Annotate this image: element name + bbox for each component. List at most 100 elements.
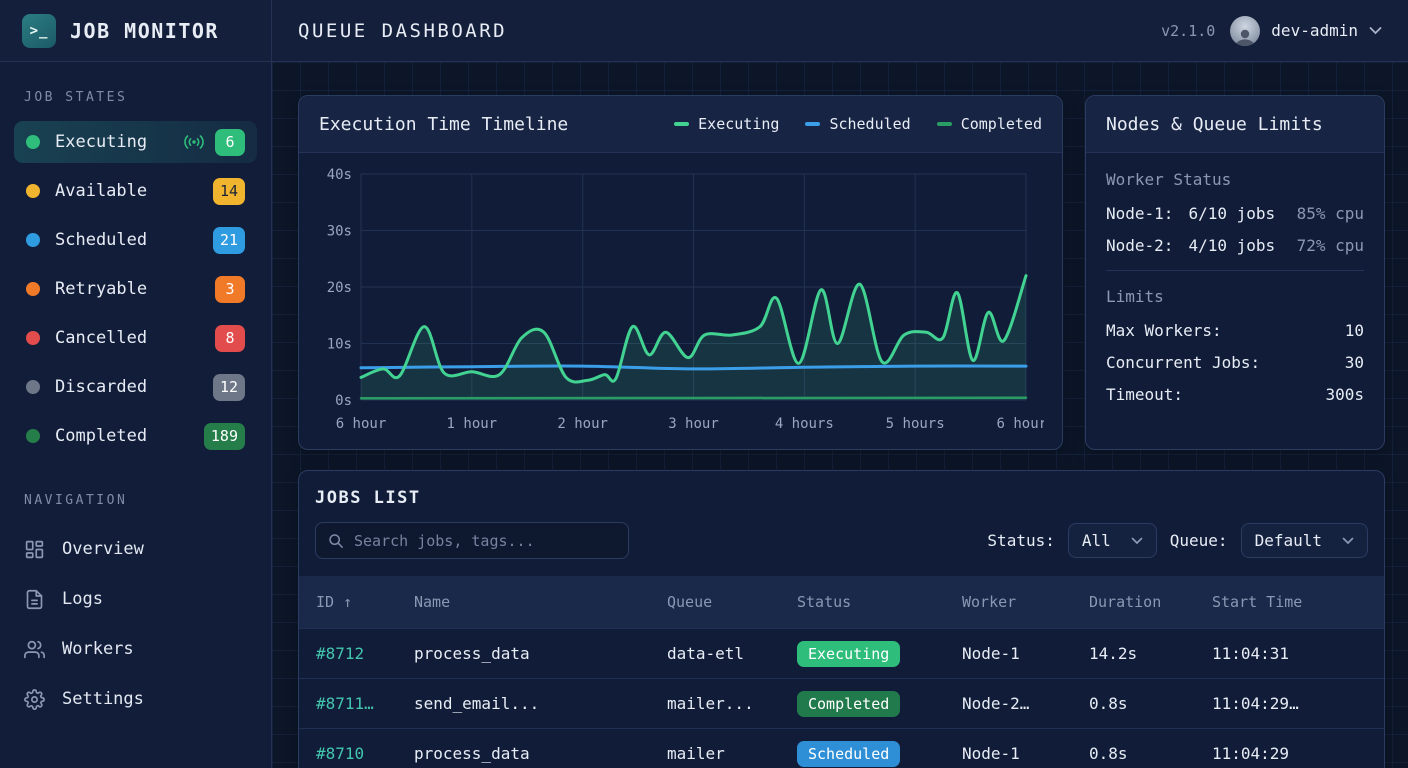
svg-text:10s: 10s xyxy=(327,337,352,353)
legend-swatch xyxy=(674,122,690,126)
sidebar-item-available[interactable]: Available 14 xyxy=(14,170,257,212)
live-broadcast-icon xyxy=(183,134,205,150)
table-row[interactable]: #8710 process_data mailer Scheduled Node… xyxy=(299,729,1384,768)
legend-label: Scheduled xyxy=(829,115,911,133)
sidebar-item-retryable[interactable]: Retryable 3 xyxy=(14,268,257,310)
app-header: >_ JOB MONITOR QUEUE DASHBOARD v2.1.0 de… xyxy=(0,0,1408,62)
search-input[interactable] xyxy=(354,531,616,550)
state-dot xyxy=(26,135,40,149)
execution-timeline-card: Execution Time Timeline Executing Schedu… xyxy=(298,95,1063,450)
column-header-worker[interactable]: Worker xyxy=(962,593,1089,611)
legend-item-executing: Executing xyxy=(674,115,779,133)
document-icon xyxy=(24,589,45,610)
status-badge: Scheduled xyxy=(797,740,901,767)
status-filter-select[interactable]: All xyxy=(1067,523,1157,558)
state-label: Executing xyxy=(55,132,148,152)
job-duration: 14.2s xyxy=(1089,644,1138,663)
legend-swatch xyxy=(805,122,821,126)
queue-filter-select[interactable]: Default xyxy=(1240,523,1368,558)
svg-text:5 hours: 5 hours xyxy=(886,416,945,432)
nav-item-workers[interactable]: Workers xyxy=(14,624,257,674)
table-row[interactable]: #8712 process_data data-etl Executing No… xyxy=(299,629,1384,679)
status-badge: Completed xyxy=(797,690,901,717)
nav-item-settings[interactable]: Settings xyxy=(14,674,257,724)
svg-text:20s: 20s xyxy=(327,280,352,296)
table-row[interactable]: #8711… send_email... mailer... Completed… xyxy=(299,679,1384,729)
version-label: v2.1.0 xyxy=(1161,21,1216,40)
limit-label: Max Workers: xyxy=(1106,321,1222,340)
nav-item-overview[interactable]: Overview xyxy=(14,524,257,574)
state-label: Discarded xyxy=(55,377,148,397)
nav-item-logs[interactable]: Logs xyxy=(14,574,257,624)
chart-title: Execution Time Timeline xyxy=(319,113,569,135)
status-filter-value: All xyxy=(1081,531,1111,550)
legend-item-scheduled: Scheduled xyxy=(805,115,911,133)
column-header-duration[interactable]: Duration xyxy=(1089,593,1212,611)
job-worker: Node-2… xyxy=(962,694,1030,713)
users-icon xyxy=(24,639,45,660)
column-header-status[interactable]: Status xyxy=(797,593,962,611)
state-label: Available xyxy=(55,181,148,201)
limit-label: Concurrent Jobs: xyxy=(1106,353,1261,372)
state-label: Cancelled xyxy=(55,328,148,348)
app-title: JOB MONITOR xyxy=(70,18,219,43)
svg-text:1 hour: 1 hour xyxy=(447,416,498,432)
state-count-badge: 3 xyxy=(215,275,245,303)
state-dot xyxy=(26,184,40,198)
search-box[interactable] xyxy=(315,522,629,559)
state-dot xyxy=(26,331,40,345)
terminal-icon: >_ xyxy=(22,13,56,48)
column-header-start-time[interactable]: Start Time xyxy=(1212,593,1384,611)
legend-swatch xyxy=(936,122,952,126)
nav-label: Settings xyxy=(62,689,144,709)
job-duration: 0.8s xyxy=(1089,744,1128,763)
sidebar-item-scheduled[interactable]: Scheduled 21 xyxy=(14,219,257,261)
nodes-card-title: Nodes & Queue Limits xyxy=(1106,113,1323,135)
job-start-time: 11:04:31 xyxy=(1212,644,1290,663)
nav-label: Overview xyxy=(62,539,144,559)
node-name: Node-1: xyxy=(1106,204,1174,223)
state-count-badge: 21 xyxy=(212,226,245,254)
svg-text:30s: 30s xyxy=(327,224,352,240)
sidebar-item-discarded[interactable]: Discarded 12 xyxy=(14,366,257,408)
jobs-list-card: JOBS LIST Status: All Que xyxy=(298,470,1385,768)
column-header-id[interactable]: ID ↑ xyxy=(299,593,414,611)
job-id-link[interactable]: #8711… xyxy=(299,694,414,713)
sidebar-item-completed[interactable]: Completed 189 xyxy=(14,415,257,457)
execution-timeline-chart: 0s 10s 20s 30s 40s 6 hour 1 hour 2 hour 3 hour 4 … xyxy=(299,153,1062,449)
avatar xyxy=(1230,15,1261,46)
node-status-row: Node-2: 4/10 jobs 72% cpu xyxy=(1106,236,1364,255)
svg-text:6 hours: 6 hours xyxy=(996,416,1044,432)
job-id-link[interactable]: #8712 xyxy=(299,644,414,663)
job-queue: data-etl xyxy=(667,644,745,663)
column-header-queue[interactable]: Queue xyxy=(667,593,797,611)
svg-text:2 hour: 2 hour xyxy=(557,416,608,432)
job-start-time: 11:04:29 xyxy=(1212,744,1290,763)
chevron-down-icon xyxy=(1342,537,1354,544)
dashboard-grid-icon xyxy=(24,539,45,560)
sidebar-item-cancelled[interactable]: Cancelled 8 xyxy=(14,317,257,359)
svg-text:0s: 0s xyxy=(335,393,352,409)
node-name: Node-2: xyxy=(1106,236,1174,255)
job-id-link[interactable]: #8710 xyxy=(299,744,414,763)
user-menu[interactable]: dev-admin xyxy=(1230,15,1382,46)
divider xyxy=(1106,270,1364,271)
page-title: QUEUE DASHBOARD xyxy=(298,19,508,42)
limit-row: Concurrent Jobs: 30 xyxy=(1106,353,1364,372)
legend-label: Completed xyxy=(960,115,1042,133)
column-header-name[interactable]: Name xyxy=(414,593,667,611)
state-count-badge: 8 xyxy=(215,324,245,352)
node-cpu: 72% cpu xyxy=(1296,236,1364,255)
queue-filter-value: Default xyxy=(1254,531,1322,550)
job-worker: Node-1 xyxy=(962,744,1020,763)
sidebar-item-executing[interactable]: Executing 6 xyxy=(14,121,257,163)
job-name: send_email... xyxy=(414,694,540,713)
limit-value: 30 xyxy=(1344,353,1364,372)
job-queue: mailer... xyxy=(667,694,754,713)
navigation-title: NAVIGATION xyxy=(24,493,128,508)
limit-row: Timeout: 300s xyxy=(1106,385,1364,404)
state-count-badge: 14 xyxy=(212,177,245,205)
sidebar: JOB STATES Executing 6 Available 14 Sche… xyxy=(0,62,272,768)
gear-icon xyxy=(24,688,45,710)
nav-label: Workers xyxy=(62,639,134,659)
